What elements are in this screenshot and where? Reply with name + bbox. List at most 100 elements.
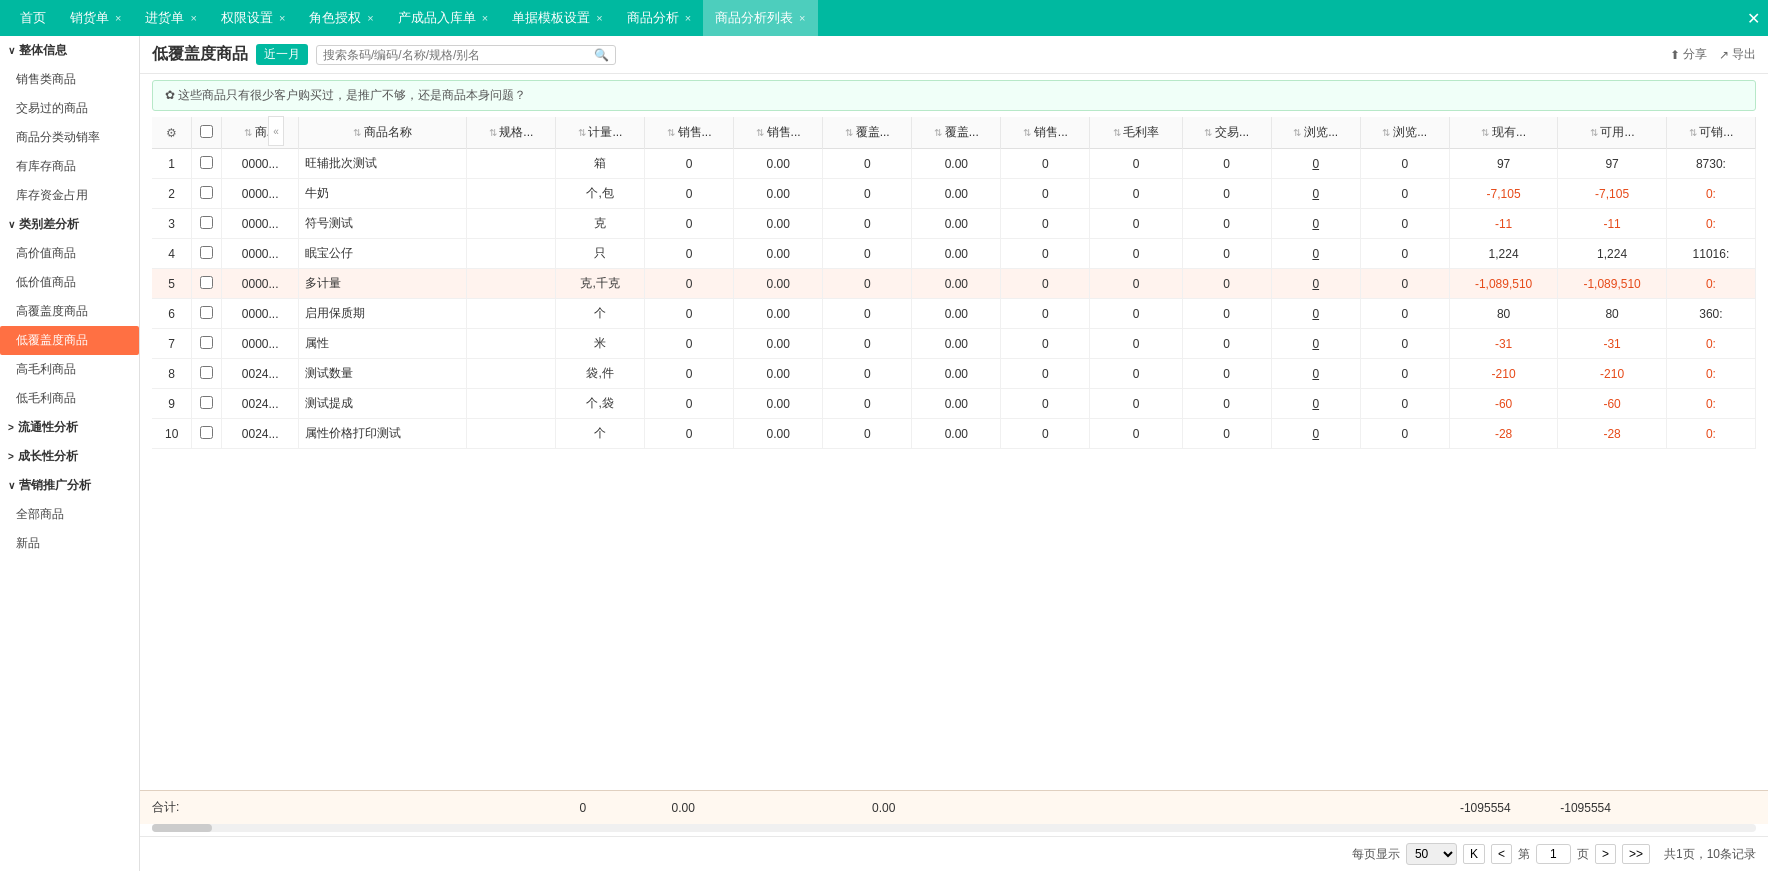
- sidebar-item-stock-capital[interactable]: 库存资金占用: [0, 181, 139, 210]
- row-browse1[interactable]: 0: [1271, 179, 1360, 209]
- row-browse1[interactable]: 0: [1271, 209, 1360, 239]
- row-sales-amount: 0.00: [734, 299, 823, 329]
- row-browse1[interactable]: 0: [1271, 239, 1360, 269]
- sidebar-item-traded-goods[interactable]: 交易过的商品: [0, 94, 139, 123]
- close-icon[interactable]: ×: [685, 12, 691, 24]
- search-icon[interactable]: 🔍: [594, 48, 609, 62]
- row-browse1[interactable]: 0: [1271, 419, 1360, 449]
- nav-tab-role[interactable]: 角色授权 ×: [297, 0, 385, 36]
- row-sales3: 0: [1001, 179, 1090, 209]
- sidebar-item-stocked-goods[interactable]: 有库存商品: [0, 152, 139, 181]
- unit-column-header[interactable]: 计量...: [556, 117, 645, 149]
- row-sales-qty: 0: [645, 209, 734, 239]
- cover1-column-header[interactable]: 覆盖...: [823, 117, 912, 149]
- row-checkbox[interactable]: [192, 149, 222, 179]
- row-browse1[interactable]: 0: [1271, 269, 1360, 299]
- export-button[interactable]: ↗ 导出: [1719, 46, 1756, 63]
- row-checkbox[interactable]: [192, 329, 222, 359]
- browse2-column-header[interactable]: 浏览...: [1360, 117, 1449, 149]
- cover2-column-header[interactable]: 覆盖...: [912, 117, 1001, 149]
- sidebar-item-low-value[interactable]: 低价值商品: [0, 268, 139, 297]
- time-filter-button[interactable]: 近一月: [256, 44, 308, 65]
- gross-rate-column-header[interactable]: 毛利率: [1090, 117, 1182, 149]
- row-browse1[interactable]: 0: [1271, 329, 1360, 359]
- nav-tab-home[interactable]: 首页: [8, 0, 58, 36]
- sales-qty-column-header[interactable]: 销售...: [645, 117, 734, 149]
- close-icon[interactable]: ×: [482, 12, 488, 24]
- row-checkbox[interactable]: [192, 359, 222, 389]
- close-icon[interactable]: ×: [279, 12, 285, 24]
- row-checkbox[interactable]: [192, 419, 222, 449]
- row-checkbox[interactable]: [192, 269, 222, 299]
- close-all-tabs-button[interactable]: ✕: [1747, 9, 1760, 28]
- settings-column-header[interactable]: ⚙: [152, 117, 192, 149]
- name-column-header[interactable]: 商品名称: [298, 117, 466, 149]
- row-checkbox[interactable]: [192, 209, 222, 239]
- close-icon[interactable]: ×: [367, 12, 373, 24]
- close-icon[interactable]: ×: [596, 12, 602, 24]
- nav-tab-analysis-list[interactable]: 商品分析列表 ×: [703, 0, 817, 36]
- row-current: -11: [1449, 209, 1557, 239]
- trade-column-header[interactable]: 交易...: [1182, 117, 1271, 149]
- nav-tab-permission[interactable]: 权限设置 ×: [209, 0, 297, 36]
- nav-tab-analysis[interactable]: 商品分析 ×: [615, 0, 703, 36]
- close-icon[interactable]: ×: [799, 12, 805, 24]
- last-page-button[interactable]: >>: [1622, 844, 1650, 864]
- nav-tab-purchase[interactable]: 进货单 ×: [133, 0, 208, 36]
- browse1-column-header[interactable]: 浏览...: [1271, 117, 1360, 149]
- sidebar-section-overall[interactable]: ∨ 整体信息: [0, 36, 139, 65]
- prev-page-button[interactable]: <: [1491, 844, 1512, 864]
- page-number-input[interactable]: [1536, 844, 1571, 864]
- sidebar-item-high-coverage[interactable]: 高覆盖度商品: [0, 297, 139, 326]
- row-checkbox[interactable]: [192, 179, 222, 209]
- row-sales-amount: 0.00: [734, 179, 823, 209]
- row-checkbox[interactable]: [192, 239, 222, 269]
- sidebar-item-sales-goods[interactable]: 销售类商品: [0, 65, 139, 94]
- row-name: 多计量: [298, 269, 466, 299]
- sidebar-item-high-value[interactable]: 高价值商品: [0, 239, 139, 268]
- scroll-thumb[interactable]: [152, 824, 212, 832]
- sidebar-item-all-goods[interactable]: 全部商品: [0, 500, 139, 529]
- select-all-checkbox[interactable]: [200, 125, 213, 138]
- spec-column-header[interactable]: 规格...: [466, 117, 555, 149]
- sidebar-section-circulation[interactable]: > 流通性分析: [0, 413, 139, 442]
- code-column-header[interactable]: 商...: [222, 117, 299, 149]
- sales-amount-column-header[interactable]: 销售...: [734, 117, 823, 149]
- row-cover1: 0: [823, 329, 912, 359]
- row-code: 0000...: [222, 179, 299, 209]
- sidebar-item-low-profit[interactable]: 低毛利商品: [0, 384, 139, 413]
- sidebar-item-low-coverage[interactable]: 低覆盖度商品: [0, 326, 139, 355]
- sidebar-section-growth[interactable]: > 成长性分析: [0, 442, 139, 471]
- sidebar-item-new-goods[interactable]: 新品: [0, 529, 139, 558]
- first-page-button[interactable]: K: [1463, 844, 1485, 864]
- row-checkbox[interactable]: [192, 389, 222, 419]
- row-browse1[interactable]: 0: [1271, 359, 1360, 389]
- sidebar-collapse-button[interactable]: «: [268, 116, 284, 146]
- table-container[interactable]: ⚙ 商... 商品名称 规格... 计量... 销售... 销售... 覆盖..…: [140, 117, 1768, 790]
- next-page-button[interactable]: >: [1595, 844, 1616, 864]
- available-column-header[interactable]: 可用...: [1558, 117, 1666, 149]
- current-column-header[interactable]: 现有...: [1449, 117, 1557, 149]
- search-input[interactable]: [323, 48, 594, 62]
- row-browse1[interactable]: 0: [1271, 389, 1360, 419]
- sidebar-item-category-rate[interactable]: 商品分类动销率: [0, 123, 139, 152]
- nav-tab-product-in[interactable]: 产成品入库单 ×: [386, 0, 500, 36]
- row-checkbox[interactable]: [192, 299, 222, 329]
- sales3-column-header[interactable]: 销售...: [1001, 117, 1090, 149]
- horizontal-scrollbar[interactable]: [152, 824, 1756, 832]
- row-sales3: 0: [1001, 329, 1090, 359]
- row-code: 0000...: [222, 329, 299, 359]
- row-browse1[interactable]: 0: [1271, 149, 1360, 179]
- row-gross-rate: 0: [1090, 269, 1182, 299]
- sidebar-section-category-diff[interactable]: ∨ 类别差分析: [0, 210, 139, 239]
- sidebar-section-marketing[interactable]: ∨ 营销推广分析: [0, 471, 139, 500]
- row-browse1[interactable]: 0: [1271, 299, 1360, 329]
- sellable-column-header[interactable]: 可销...: [1666, 117, 1755, 149]
- page-size-select[interactable]: 50 100 200: [1406, 843, 1457, 865]
- share-button[interactable]: ⬆ 分享: [1670, 46, 1707, 63]
- nav-tab-template[interactable]: 单据模板设置 ×: [500, 0, 614, 36]
- close-icon[interactable]: ×: [115, 12, 121, 24]
- sidebar-item-high-profit[interactable]: 高毛利商品: [0, 355, 139, 384]
- nav-tab-sales[interactable]: 销货单 ×: [58, 0, 133, 36]
- close-icon[interactable]: ×: [190, 12, 196, 24]
